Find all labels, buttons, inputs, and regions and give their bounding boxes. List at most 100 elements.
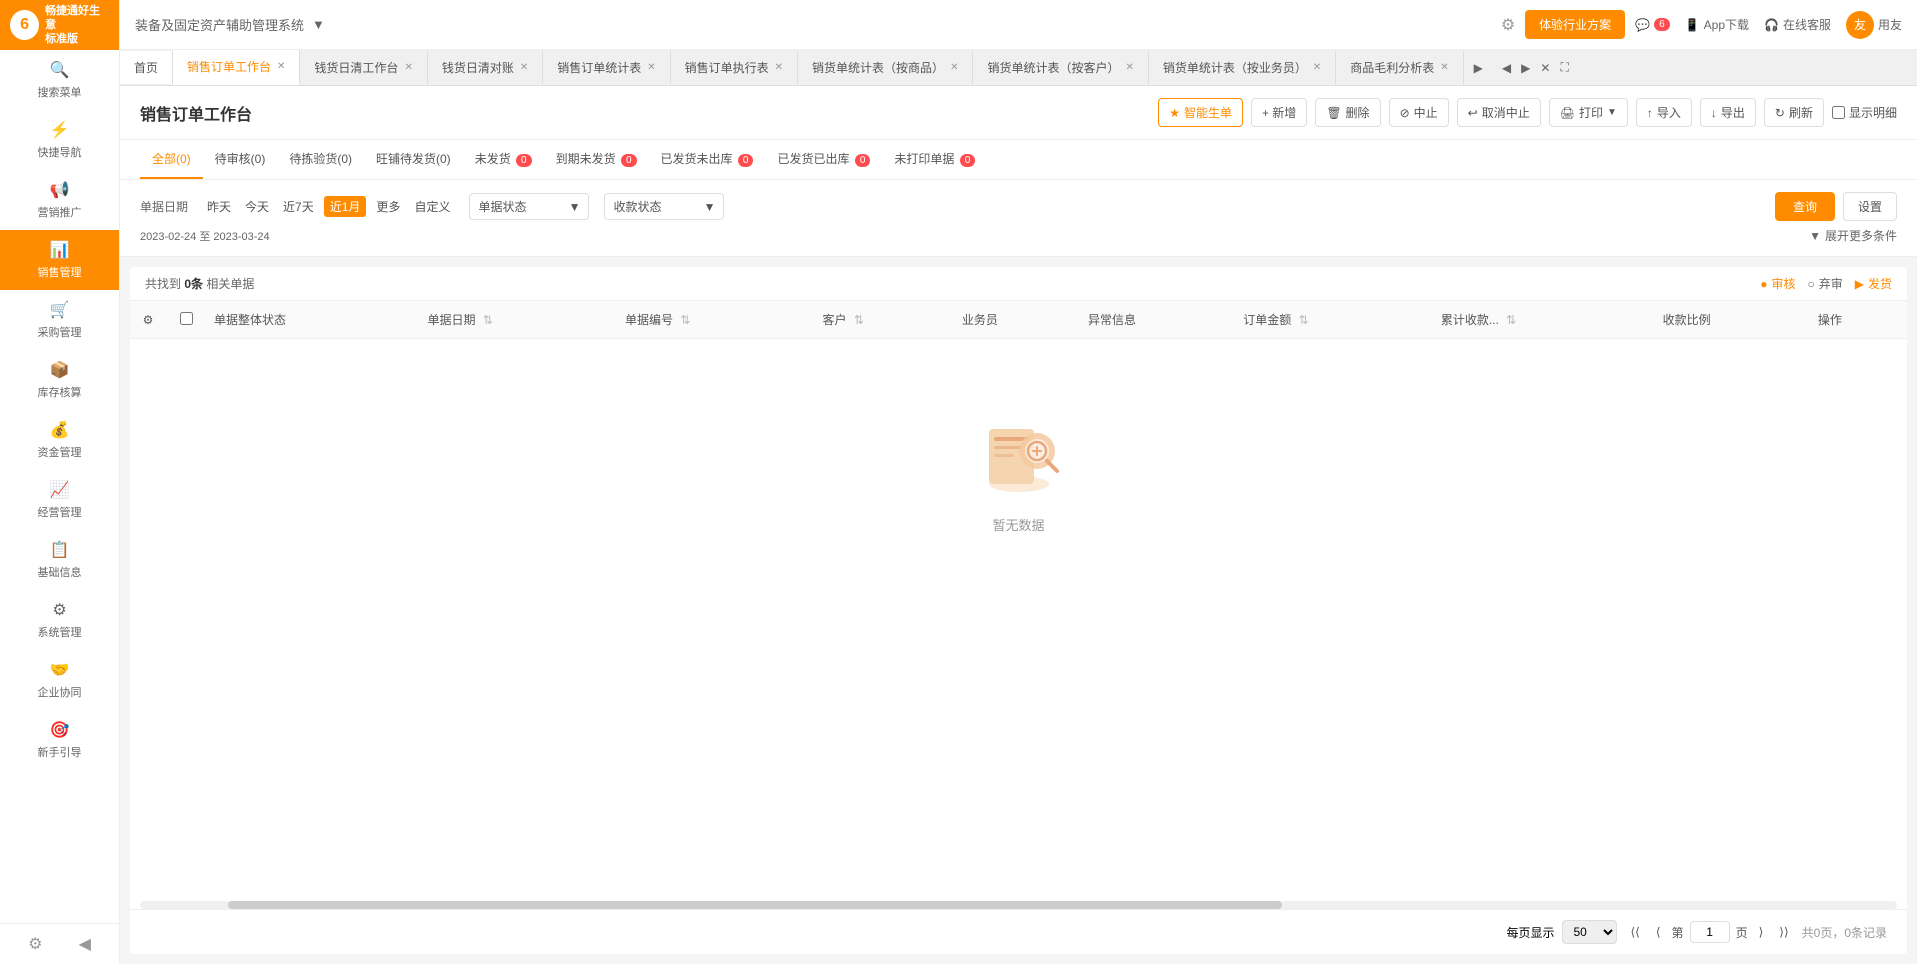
set-btn[interactable]: 设置 — [1843, 192, 1897, 221]
show-detail-checkbox[interactable]: 显示明细 — [1832, 104, 1897, 121]
settings-bottom-btn[interactable]: ⚙ — [28, 934, 42, 954]
app-download-btn[interactable]: 📱 App下载 — [1685, 16, 1749, 33]
sub-tab-wangpu-pending-ship[interactable]: 旺铺待发货(0) — [364, 140, 463, 179]
online-service-btn[interactable]: 🎧 在线客服 — [1764, 16, 1831, 33]
per-page-select[interactable]: 50 100 200 — [1562, 920, 1617, 944]
sub-tab-overdue-not-shipped[interactable]: 到期未发货 0 — [544, 140, 649, 179]
tab-nav-left-icon[interactable]: ◀ — [1498, 59, 1515, 77]
tab-sales-stats-product[interactable]: 销货单统计表（按商品） ✕ — [798, 51, 973, 84]
message-btn[interactable]: 💬 6 — [1635, 18, 1670, 32]
col-amount-header[interactable]: 订单金额 ⇅ — [1235, 301, 1433, 339]
sub-tab-all[interactable]: 全部(0) — [140, 140, 203, 179]
date-option-today[interactable]: 今天 — [241, 196, 273, 217]
sub-tab-not-printed[interactable]: 未打印单据 0 — [882, 140, 987, 179]
sub-tab-pending-review[interactable]: 待审核(0) — [203, 140, 278, 179]
tab-sales-order-execute[interactable]: 销售订单执行表 ✕ — [671, 51, 798, 84]
message-icon: 💬 — [1635, 18, 1650, 32]
add-btn[interactable]: + 新增 — [1251, 98, 1307, 127]
amount-sort-icon: ⇅ — [1299, 313, 1309, 327]
sub-tab-not-shipped[interactable]: 未发货 0 — [463, 140, 544, 179]
sidebar-item-inventory[interactable]: 📦 库存核算 — [0, 350, 119, 410]
tab-sales-order-stats[interactable]: 销售订单统计表 ✕ — [543, 51, 670, 84]
horizontal-scrollbar[interactable] — [140, 901, 1897, 909]
tab-cash-goods-reconcile[interactable]: 钱货日清对账 ✕ — [428, 51, 543, 84]
col-checkbox[interactable] — [166, 301, 206, 339]
tab-controls: ◀ ▶ ✕ ⛶ — [1493, 58, 1578, 77]
date-option-1month[interactable]: 近1月 — [324, 196, 367, 217]
tab-fullscreen-icon[interactable]: ⛶ — [1556, 58, 1572, 77]
sidebar-item-quick-nav[interactable]: ⚡ 快捷导航 — [0, 110, 119, 170]
tab-product-margin[interactable]: 商品毛利分析表 ✕ — [1336, 51, 1463, 84]
not-shipped-badge: 0 — [516, 154, 532, 167]
first-page-btn[interactable]: ⟨⟨ — [1625, 923, 1644, 941]
show-detail-input[interactable] — [1832, 106, 1845, 119]
tab-close-margin[interactable]: ✕ — [1440, 62, 1448, 73]
tab-nav-right-icon[interactable]: ▶ — [1517, 59, 1534, 77]
col-settings[interactable]: ⚙ — [130, 301, 166, 339]
sidebar-item-sales[interactable]: 📊 销售管理 — [0, 230, 119, 290]
tab-close-all-icon[interactable]: ✕ — [1536, 59, 1554, 77]
tab-close-sales-execute[interactable]: ✕ — [775, 62, 783, 73]
tab-close-sales-order[interactable]: ✕ — [277, 61, 285, 72]
sidebar-item-operations[interactable]: 📈 经营管理 — [0, 470, 119, 530]
suspend-btn[interactable]: ⊘ 中止 — [1389, 98, 1449, 127]
last-page-btn[interactable]: ⟩⟩ — [1774, 923, 1793, 941]
sidebar-item-system[interactable]: ⚙ 系统管理 — [0, 590, 119, 650]
delete-btn[interactable]: 🗑 删除 — [1315, 98, 1380, 127]
tab-more-btn[interactable]: ▶ — [1464, 53, 1493, 83]
tab-close-stats-staff[interactable]: ✕ — [1313, 62, 1321, 73]
sidebar-item-enterprise[interactable]: 🤝 企业协同 — [0, 650, 119, 710]
batch-ship-btn[interactable]: ▶ 发货 — [1855, 275, 1892, 292]
smart-generate-btn[interactable]: ★ 智能生单 — [1158, 98, 1243, 127]
sidebar-item-purchase[interactable]: 🛒 采购管理 — [0, 290, 119, 350]
tab-sales-stats-staff[interactable]: 销货单统计表（按业务员） ✕ — [1149, 51, 1336, 84]
query-btn[interactable]: 查询 — [1775, 192, 1835, 221]
col-collected-header[interactable]: 累计收款... ⇅ — [1433, 301, 1655, 339]
tab-sales-order-workbench[interactable]: 销售订单工作台 ✕ — [173, 50, 300, 85]
date-option-yesterday[interactable]: 昨天 — [203, 196, 235, 217]
batch-cancel-audit-btn[interactable]: ○ 弃审 — [1807, 275, 1842, 292]
prev-page-btn[interactable]: ⟨ — [1651, 923, 1666, 941]
scrollbar-thumb[interactable] — [228, 901, 1282, 909]
sidebar-item-marketing[interactable]: 📢 营销推广 — [0, 170, 119, 230]
date-option-more[interactable]: 更多 — [372, 196, 404, 217]
next-page-btn[interactable]: ⟩ — [1754, 923, 1769, 941]
headset-icon: 🎧 — [1764, 18, 1779, 32]
collapse-btn[interactable]: ◀ — [79, 934, 91, 954]
sidebar-item-search[interactable]: 🔍 搜索菜单 — [0, 50, 119, 110]
select-all-checkbox[interactable] — [180, 312, 193, 325]
tab-close-stats-customer[interactable]: ✕ — [1125, 62, 1133, 73]
expand-conditions-btn[interactable]: ▼ 展开更多条件 — [1809, 227, 1897, 244]
date-option-custom[interactable]: 自定义 — [410, 196, 454, 217]
tab-cash-daily-workbench[interactable]: 钱货日清工作台 ✕ — [300, 51, 427, 84]
status-select[interactable]: 单据状态 ▼ — [469, 193, 589, 220]
industry-btn[interactable]: 体验行业方案 — [1525, 10, 1625, 39]
settings-icon[interactable]: ⚙ — [1501, 15, 1515, 35]
cancel-suspend-btn[interactable]: ↩ 取消中止 — [1457, 98, 1541, 127]
tab-close-stats-product[interactable]: ✕ — [950, 62, 958, 73]
date-option-7days[interactable]: 近7天 — [279, 196, 318, 217]
sidebar-item-basic-info[interactable]: 📋 基础信息 — [0, 530, 119, 590]
print-btn[interactable]: 🖨 打印 ▼ — [1549, 98, 1628, 127]
tab-sales-stats-customer[interactable]: 销货单统计表（按客户） ✕ — [973, 51, 1148, 84]
sidebar-item-guide[interactable]: 🎯 新手引导 — [0, 710, 119, 770]
col-customer-header[interactable]: 客户 ⇅ — [815, 301, 954, 339]
page-input[interactable] — [1690, 921, 1730, 943]
tab-close-sales-stats[interactable]: ✕ — [647, 62, 655, 73]
user-menu[interactable]: 友 用友 — [1846, 11, 1902, 39]
batch-audit-btn[interactable]: ● 审核 — [1760, 275, 1795, 292]
tab-home[interactable]: 首页 — [120, 51, 173, 84]
col-number-header[interactable]: 单据编号 ⇅ — [617, 301, 815, 339]
sidebar-item-finance[interactable]: 💰 资金管理 — [0, 410, 119, 470]
sub-tab-pending-inspect[interactable]: 待拣验货(0) — [277, 140, 364, 179]
sub-tab-shipped-not-out[interactable]: 已发货未出库 0 — [649, 140, 766, 179]
col-date-header[interactable]: 单据日期 ⇅ — [420, 301, 618, 339]
tab-close-cash-goods[interactable]: ✕ — [520, 62, 528, 73]
import-btn[interactable]: ↑ 导入 — [1636, 98, 1692, 127]
sub-tab-shipped-out[interactable]: 已发货已出库 0 — [765, 140, 882, 179]
payment-select[interactable]: 收款状态 ▼ — [604, 193, 724, 220]
export-btn[interactable]: ↓ 导出 — [1700, 98, 1756, 127]
print-icon: 🖨 — [1560, 106, 1575, 120]
tab-close-cash-daily[interactable]: ✕ — [404, 62, 412, 73]
refresh-btn[interactable]: ↻ 刷新 — [1764, 98, 1824, 127]
